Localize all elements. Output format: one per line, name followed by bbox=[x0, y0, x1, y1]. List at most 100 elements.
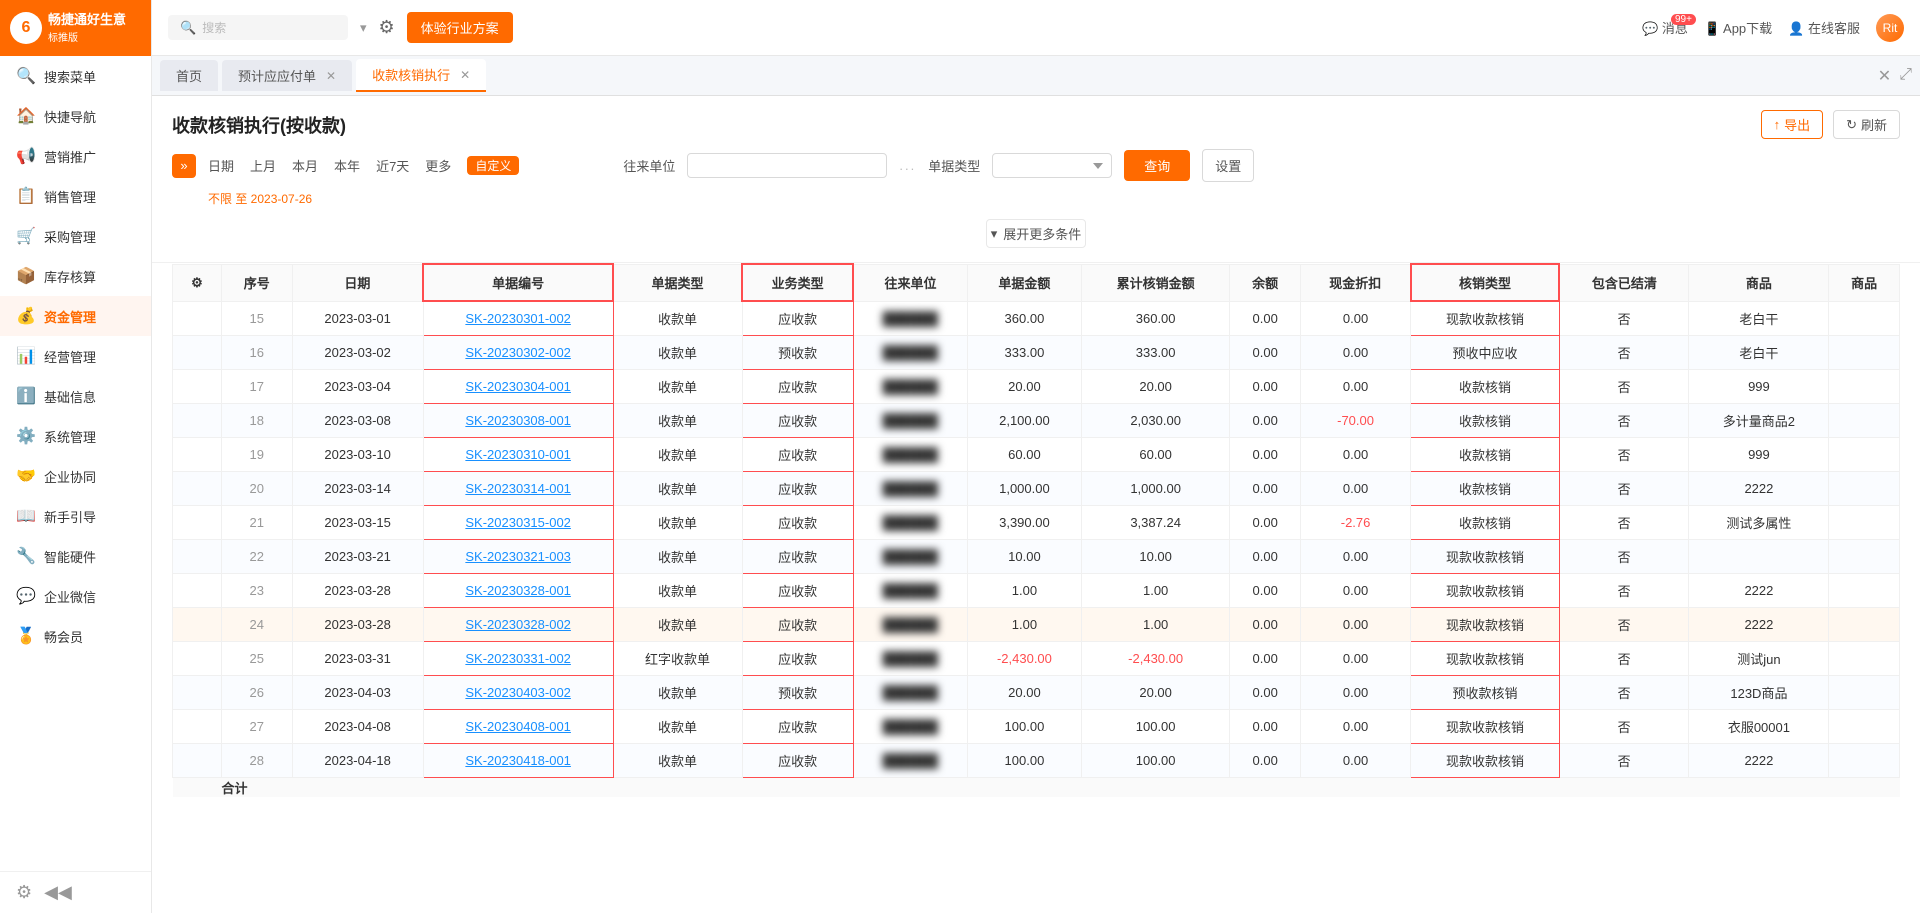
cell-doc-no[interactable]: SK-20230302-002 bbox=[423, 336, 613, 370]
sidebar-item-hardware[interactable]: 🔧智能硬件 bbox=[0, 536, 151, 576]
fullscreen-icon[interactable]: ⤢ bbox=[1899, 66, 1912, 86]
cell-date: 2023-04-18 bbox=[292, 744, 423, 778]
sidebar-item-purchase[interactable]: 🛒采购管理 bbox=[0, 216, 151, 256]
footer-empty-4 bbox=[853, 778, 967, 798]
col-gear[interactable]: ⚙ bbox=[173, 264, 222, 301]
doc-link[interactable]: SK-20230302-002 bbox=[465, 345, 571, 360]
cell-doc-no[interactable]: SK-20230403-002 bbox=[423, 676, 613, 710]
sidebar-item-member[interactable]: 🏅畅会员 bbox=[0, 616, 151, 656]
cell-writeoff-type: 收款核销 bbox=[1411, 370, 1560, 404]
date-opt-更多[interactable]: 更多 bbox=[421, 154, 455, 177]
cell-date: 2023-03-08 bbox=[292, 404, 423, 438]
cell-doc-no[interactable]: SK-20230301-002 bbox=[423, 301, 613, 336]
doc-link[interactable]: SK-20230321-003 bbox=[465, 549, 571, 564]
date-opt-上月[interactable]: 上月 bbox=[246, 154, 280, 177]
sidebar-item-finance[interactable]: 💰资金管理 bbox=[0, 296, 151, 336]
cell-doc-no[interactable]: SK-20230328-002 bbox=[423, 608, 613, 642]
cell-gear bbox=[173, 370, 222, 404]
chevron-down-icon: ▾ bbox=[991, 226, 998, 242]
date-opt-本月[interactable]: 本月 bbox=[288, 154, 322, 177]
tabbar: 首页预计应应付单✕收款核销执行✕ ✕ ⤢ bbox=[152, 56, 1920, 96]
sidebar-item-quick-nav[interactable]: 🏠快捷导航 bbox=[0, 96, 151, 136]
tab-close-receivable[interactable]: ✕ bbox=[326, 69, 336, 83]
doc-link[interactable]: SK-20230418-001 bbox=[465, 753, 571, 768]
cell-doc-no[interactable]: SK-20230328-001 bbox=[423, 574, 613, 608]
sidebar-item-operation[interactable]: 📊经营管理 bbox=[0, 336, 151, 376]
cell-doc-no[interactable]: SK-20230408-001 bbox=[423, 710, 613, 744]
sidebar-item-sales[interactable]: 📋销售管理 bbox=[0, 176, 151, 216]
filter-toggle-button[interactable]: » bbox=[172, 154, 196, 178]
sidebar-item-inventory[interactable]: 📦库存核算 bbox=[0, 256, 151, 296]
doc-link[interactable]: SK-20230308-001 bbox=[465, 413, 571, 428]
cell-doc-no[interactable]: SK-20230310-001 bbox=[423, 438, 613, 472]
solution-button[interactable]: 体验行业方案 bbox=[407, 12, 513, 43]
cell-writeoff-type: 收款核销 bbox=[1411, 438, 1560, 472]
app-download[interactable]: 📱 App下载 bbox=[1704, 18, 1772, 37]
cell-product2 bbox=[1829, 506, 1900, 540]
type-select[interactable] bbox=[992, 153, 1112, 178]
cell-doc-type: 收款单 bbox=[613, 506, 742, 540]
sidebar-item-base[interactable]: ℹ️基础信息 bbox=[0, 376, 151, 416]
blurred-text: ██████ bbox=[883, 413, 938, 428]
cell-doc-no[interactable]: SK-20230331-002 bbox=[423, 642, 613, 676]
doc-link[interactable]: SK-20230301-002 bbox=[465, 311, 571, 326]
cell-product: 2222 bbox=[1689, 744, 1829, 778]
topbar-gear-icon[interactable]: ⚙ bbox=[379, 17, 395, 38]
tab-home[interactable]: 首页 bbox=[160, 60, 218, 91]
cell-doc-no[interactable]: SK-20230321-003 bbox=[423, 540, 613, 574]
blurred-text: ██████ bbox=[883, 753, 938, 768]
doc-link[interactable]: SK-20230310-001 bbox=[465, 447, 571, 462]
doc-link[interactable]: SK-20230315-002 bbox=[465, 515, 571, 530]
export-button[interactable]: ↑ 导出 bbox=[1761, 110, 1824, 139]
col-biz-type: 业务类型 bbox=[742, 264, 853, 301]
collapse-icon[interactable]: ◀◀ bbox=[44, 882, 72, 903]
topbar-search-box[interactable]: 🔍 搜索 bbox=[168, 15, 348, 40]
cell-writeoff-type: 现款收款核销 bbox=[1411, 710, 1560, 744]
cell-partner: ██████ bbox=[853, 710, 967, 744]
cell-doc-no[interactable]: SK-20230315-002 bbox=[423, 506, 613, 540]
sidebar-item-enterprise[interactable]: 🤝企业协同 bbox=[0, 456, 151, 496]
doc-link[interactable]: SK-20230304-001 bbox=[465, 379, 571, 394]
sidebar-item-system[interactable]: ⚙️系统管理 bbox=[0, 416, 151, 456]
sidebar-item-guide[interactable]: 📖新手引导 bbox=[0, 496, 151, 536]
sidebar-item-wechat[interactable]: 💬企业微信 bbox=[0, 576, 151, 616]
doc-link[interactable]: SK-20230314-001 bbox=[465, 481, 571, 496]
cell-doc-no[interactable]: SK-20230314-001 bbox=[423, 472, 613, 506]
date-opt-近7天[interactable]: 近7天 bbox=[372, 154, 413, 177]
unit-input[interactable] bbox=[687, 153, 887, 178]
custom-date-button[interactable]: 自定义 bbox=[467, 156, 519, 175]
cell-include-settled: 否 bbox=[1559, 301, 1689, 336]
hardware-icon: 🔧 bbox=[16, 546, 36, 566]
setting-button[interactable]: 设置 bbox=[1202, 149, 1254, 182]
sidebar-item-search[interactable]: 🔍搜索菜单 bbox=[0, 56, 151, 96]
online-service[interactable]: 👤 在线客服 bbox=[1788, 18, 1860, 37]
cell-cash-discount: 0.00 bbox=[1300, 574, 1410, 608]
doc-link[interactable]: SK-20230403-002 bbox=[465, 685, 571, 700]
settings-icon[interactable]: ⚙ bbox=[16, 882, 32, 903]
cell-gear bbox=[173, 744, 222, 778]
message-badge[interactable]: 💬 消息 99+ bbox=[1642, 18, 1688, 37]
query-button[interactable]: 查询 bbox=[1124, 150, 1190, 181]
user-avatar[interactable]: Rit bbox=[1876, 14, 1904, 42]
cell-gear bbox=[173, 608, 222, 642]
sidebar-item-marketing[interactable]: 📢营销推广 bbox=[0, 136, 151, 176]
close-tab-icon[interactable]: ✕ bbox=[1878, 66, 1891, 86]
cell-gear bbox=[173, 472, 222, 506]
cell-include-settled: 否 bbox=[1559, 472, 1689, 506]
col-writeoff-type: 核销类型 bbox=[1411, 264, 1560, 301]
doc-link[interactable]: SK-20230408-001 bbox=[465, 719, 571, 734]
cell-doc-no[interactable]: SK-20230304-001 bbox=[423, 370, 613, 404]
sidebar-label-system: 系统管理 bbox=[44, 427, 96, 446]
cell-doc-no[interactable]: SK-20230418-001 bbox=[423, 744, 613, 778]
doc-link[interactable]: SK-20230328-002 bbox=[465, 617, 571, 632]
expand-more-button[interactable]: ▾ 展开更多条件 bbox=[986, 219, 1087, 248]
doc-link[interactable]: SK-20230331-002 bbox=[465, 651, 571, 666]
tab-writeoff[interactable]: 收款核销执行✕ bbox=[356, 59, 486, 92]
tab-receivable[interactable]: 预计应应付单✕ bbox=[222, 60, 352, 91]
doc-link[interactable]: SK-20230328-001 bbox=[465, 583, 571, 598]
date-opt-本年[interactable]: 本年 bbox=[330, 154, 364, 177]
blurred-text: ██████ bbox=[883, 345, 938, 360]
cell-doc-no[interactable]: SK-20230308-001 bbox=[423, 404, 613, 438]
tab-close-writeoff[interactable]: ✕ bbox=[460, 68, 470, 82]
refresh-button[interactable]: ↻ 刷新 bbox=[1833, 110, 1900, 139]
